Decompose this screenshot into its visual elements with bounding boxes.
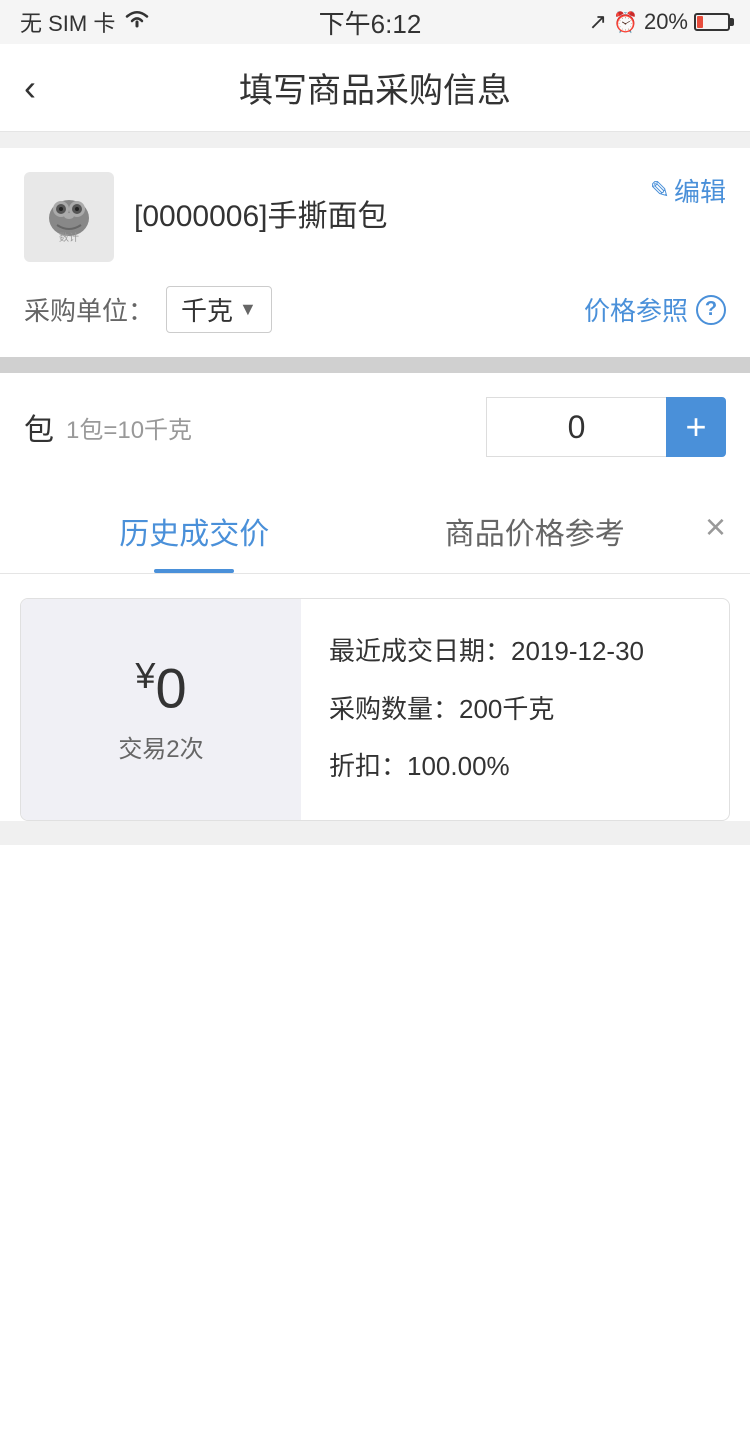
edit-button[interactable]: ✎ 编辑 — [650, 172, 726, 209]
price-right-panel: 最近成交日期：2019-12-30 采购数量：200千克 折扣：100.00% — [301, 599, 729, 820]
product-name: [0000006]手撕面包 — [134, 196, 387, 238]
tab-close-button[interactable]: × — [705, 489, 726, 565]
quantity-description: 1包=10千克 — [66, 410, 192, 445]
unit-dropdown-arrow: ▼ — [239, 299, 257, 320]
product-thumbnail: 数计 — [24, 172, 114, 262]
help-icon: ? — [696, 295, 726, 325]
product-footer: 采购单位： 千克 ▼ 价格参照 ? — [24, 286, 726, 333]
price-amount: ¥0 — [135, 655, 186, 721]
product-logo-icon: 数计 — [39, 183, 99, 252]
product-card: 数计 [0000006]手撕面包 ✎ 编辑 采购单位： 千克 ▼ 价格参照 — [0, 148, 750, 357]
nav-bar: ‹ 填写商品采购信息 — [0, 44, 750, 132]
price-left-panel: ¥0 交易2次 — [21, 599, 301, 820]
quantity-input[interactable]: 0 — [486, 397, 666, 457]
battery-icon — [694, 13, 730, 31]
bottom-space — [0, 845, 750, 1445]
unit-section: 采购单位： 千克 ▼ — [24, 286, 272, 333]
currency-symbol: ¥ — [135, 655, 155, 696]
product-name-group: [0000006]手撕面包 — [134, 196, 387, 238]
price-date-row: 最近成交日期：2019-12-30 — [329, 631, 701, 673]
unit-label: 采购单位： — [24, 291, 154, 328]
tab-history-price[interactable]: 历史成交价 — [24, 481, 364, 573]
price-card: ¥0 交易2次 最近成交日期：2019-12-30 采购数量：200千克 折扣：… — [20, 598, 730, 821]
tab-product-price-ref[interactable]: 商品价格参考 — [364, 481, 704, 573]
wifi-icon — [123, 8, 151, 36]
quantity-plus-button[interactable]: + — [666, 397, 726, 457]
tab-section: 历史成交价 商品价格参考 × ¥0 交易2次 最近成交日期：2019-12-30… — [0, 481, 750, 821]
quantity-row: 包 1包=10千克 0 + — [0, 373, 750, 481]
status-bar: 无 SIM 卡 下午6:12 ↗ ⏰ 20% — [0, 0, 750, 44]
page-title: 填写商品采购信息 — [239, 63, 511, 112]
section-divider — [0, 357, 750, 373]
product-header: 数计 [0000006]手撕面包 ✎ 编辑 — [24, 172, 726, 262]
carrier-text: 无 SIM 卡 — [20, 6, 115, 38]
status-left: 无 SIM 卡 — [20, 6, 151, 38]
back-button[interactable]: ‹ — [24, 67, 36, 109]
price-qty-row: 采购数量：200千克 — [329, 689, 701, 731]
location-icon: ↗ — [589, 9, 607, 35]
price-transactions: 交易2次 — [118, 729, 203, 764]
status-right: ↗ ⏰ 20% — [589, 9, 730, 35]
battery-percent: 20% — [644, 9, 688, 35]
status-time: 下午6:12 — [319, 4, 422, 41]
svg-text:数计: 数计 — [59, 231, 79, 243]
price-discount-row: 折扣：100.00% — [329, 746, 701, 788]
product-left: 数计 [0000006]手撕面包 — [24, 172, 387, 262]
quantity-input-group: 0 + — [486, 397, 726, 457]
tab-header: 历史成交价 商品价格参考 × — [0, 481, 750, 574]
edit-icon: ✎ — [650, 176, 670, 205]
alarm-icon: ⏰ — [613, 10, 638, 35]
price-reference-button[interactable]: 价格参照 ? — [584, 291, 726, 328]
unit-selector[interactable]: 千克 ▼ — [166, 286, 272, 333]
quantity-label: 包 1包=10千克 — [24, 405, 192, 449]
quantity-unit: 包 — [24, 405, 54, 449]
